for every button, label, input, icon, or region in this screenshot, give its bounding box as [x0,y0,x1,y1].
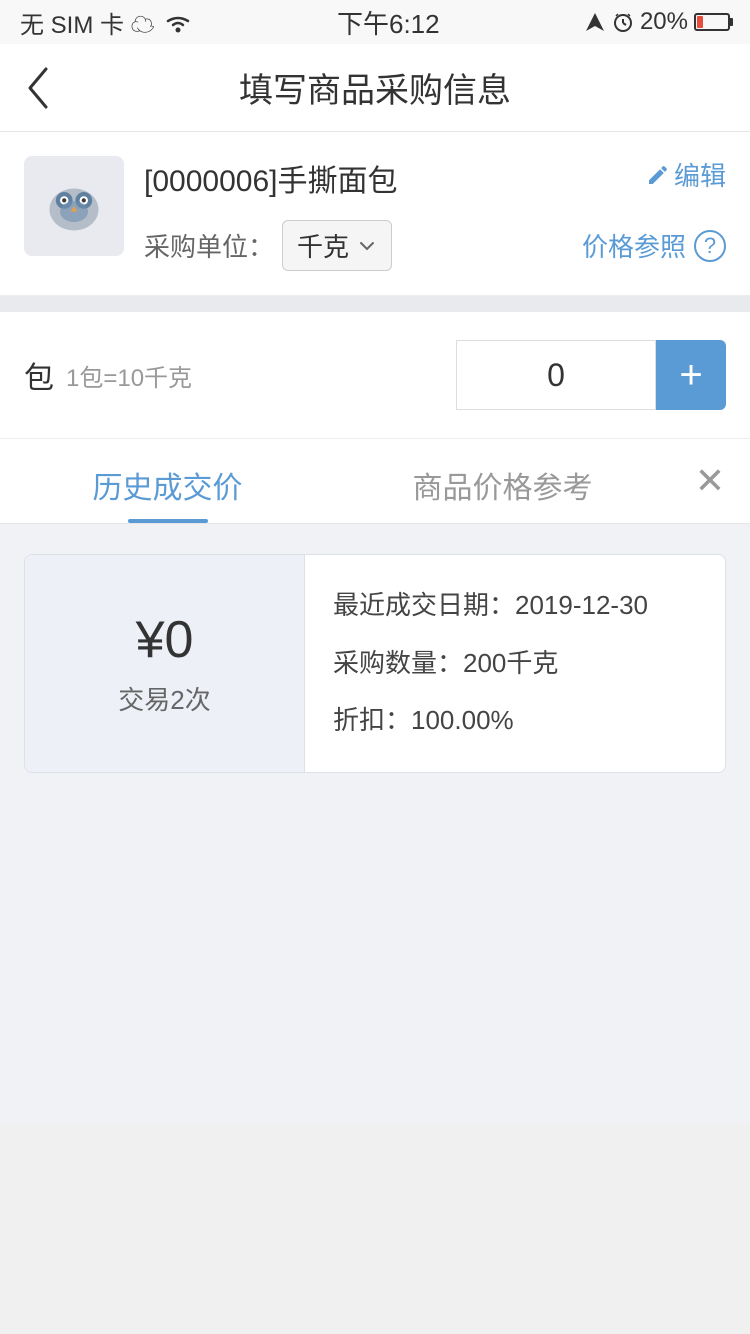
edit-button[interactable]: 编辑 [646,156,726,193]
history-date-row: 最近成交日期：2019-12-30 [333,585,697,627]
price-ref-label: 价格参照 [582,227,686,264]
quantity-unit-info: 包 1包=10千克 [24,353,192,397]
product-info: [0000006]手撕面包 编辑 采购单位： 千克 价格参照 [144,156,726,271]
dropdown-chevron-icon [357,236,377,256]
edit-icon [646,163,670,187]
purchase-unit-row: 采购单位： 千克 价格参照 ? [144,220,726,271]
history-discount-row: 折扣：100.00% [333,700,697,742]
history-qty-row: 采购数量：200千克 [333,643,697,685]
quantity-input-group: + [456,340,726,410]
page-title: 填写商品采购信息 [239,63,511,112]
content-area: ¥0 交易2次 最近成交日期：2019-12-30 采购数量：200千克 折扣：… [0,524,750,1124]
battery-percent: 20% [640,8,688,36]
section-divider [0,296,750,312]
quantity-plus-button[interactable]: + [656,340,726,410]
tab-product-price-ref[interactable]: 商品价格参考 [335,439,670,523]
unit-label: 采购单位： [144,227,274,264]
product-card: [0000006]手撕面包 编辑 采购单位： 千克 价格参照 [0,132,750,296]
product-image [24,156,124,256]
battery-icon [694,13,730,31]
history-card: ¥0 交易2次 最近成交日期：2019-12-30 采购数量：200千克 折扣：… [24,554,726,773]
tab-bar: 历史成交价 商品价格参考 ✕ [0,439,750,524]
history-price: ¥0 [136,610,194,670]
tab-close-button[interactable]: ✕ [670,460,750,502]
nav-bar: 填写商品采购信息 [0,44,750,132]
quantity-row: 包 1包=10千克 + [0,312,750,439]
sim-carrier-label: 无 SIM 卡 ☁ [20,5,155,40]
wifi-icon [163,11,193,33]
product-logo-icon [39,171,109,241]
edit-label: 编辑 [674,156,726,193]
info-icon: ? [694,230,726,262]
status-time: 下午6:12 [337,4,440,41]
unit-value: 千克 [297,227,349,264]
back-chevron-icon [24,65,52,111]
status-left: 无 SIM 卡 ☁ [20,5,193,40]
unit-select-button[interactable]: 千克 [282,220,392,271]
status-bar: 无 SIM 卡 ☁ 下午6:12 20% [0,0,750,44]
history-trade-count: 交易2次 [118,680,210,717]
history-price-summary: ¥0 交易2次 [25,555,305,772]
location-icon [584,11,606,33]
back-button[interactable] [24,65,52,111]
tab-history-price[interactable]: 历史成交价 [0,439,335,523]
alarm-icon [612,11,634,33]
unit-badge: 包 [24,353,54,397]
product-header: [0000006]手撕面包 编辑 [144,156,726,200]
product-name: [0000006]手撕面包 [144,156,397,200]
history-details: 最近成交日期：2019-12-30 采购数量：200千克 折扣：100.00% [305,555,725,772]
price-ref-button[interactable]: 价格参照 ? [582,227,726,264]
quantity-input[interactable] [456,340,656,410]
unit-conversion: 1包=10千克 [66,358,192,393]
status-right: 20% [584,8,730,36]
